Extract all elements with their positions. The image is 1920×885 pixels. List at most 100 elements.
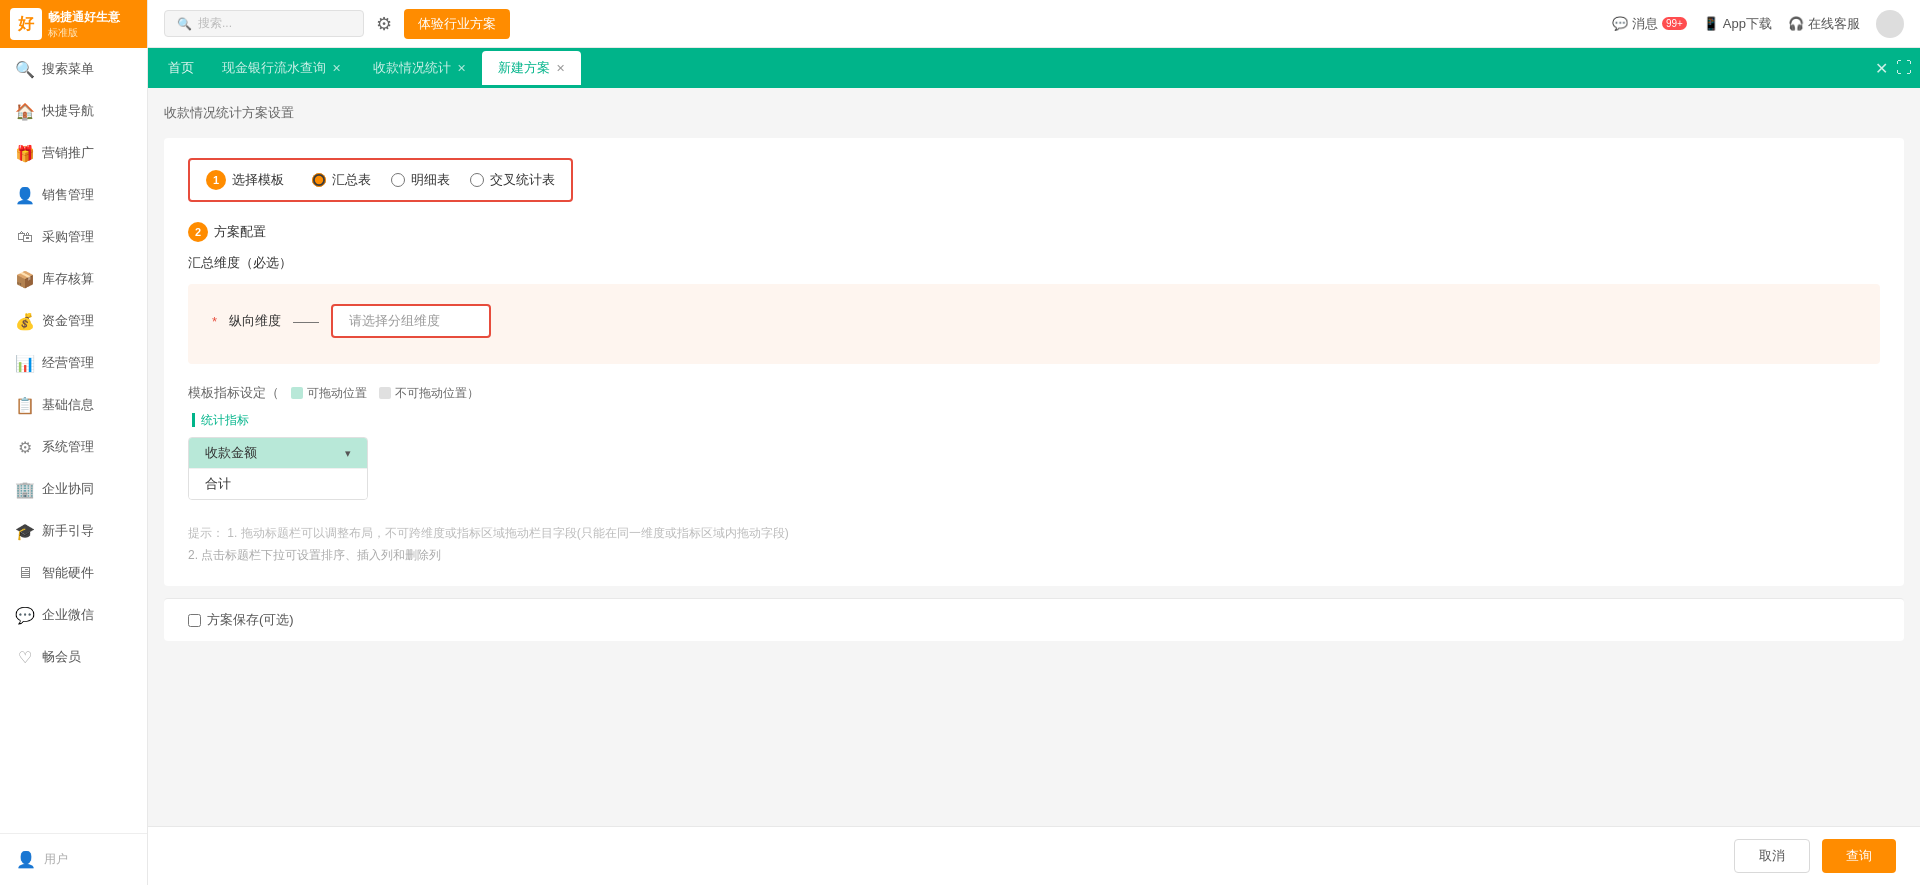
sidebar-bottom-item1[interactable]: 👤 用户: [0, 842, 147, 877]
required-marker: *: [212, 314, 217, 329]
radio-detail-label: 明细表: [411, 171, 450, 189]
member-icon: ♡: [16, 648, 34, 666]
tab-collection-stat-close[interactable]: ✕: [457, 62, 466, 75]
search-icon: 🔍: [177, 17, 192, 31]
movable-badge: 可拖动位置: [291, 385, 367, 402]
message-badge: 99+: [1662, 17, 1687, 30]
top-bar-actions: 💬 消息 99+ 📱 App下载 🎧 在线客服: [1612, 10, 1904, 38]
logo: 好 畅捷通好生意 标准版: [0, 0, 147, 48]
radio-summary[interactable]: 汇总表: [312, 171, 371, 189]
user-avatar[interactable]: [1876, 10, 1904, 38]
online-support-action[interactable]: 🎧 在线客服: [1788, 15, 1860, 33]
sidebar-item-wechat[interactable]: 💬 企业微信: [0, 594, 147, 636]
app-icon: 📱: [1703, 16, 1719, 31]
tab-collection-stat[interactable]: 收款情况统计 ✕: [357, 51, 482, 85]
cancel-button[interactable]: 取消: [1734, 839, 1810, 873]
query-button[interactable]: 查询: [1822, 839, 1896, 873]
hint-section: 提示： 1. 拖动标题栏可以调整布局，不可跨维度或指标区域拖动栏目字段(只能在同…: [188, 523, 1880, 566]
metrics-chevron-icon[interactable]: ▾: [345, 447, 351, 460]
purchase-icon: 🛍: [16, 228, 34, 246]
search-menu-icon: 🔍: [16, 60, 34, 78]
metrics-section: 模板指标设定（ 可拖动位置 不可拖动位置） 统计指标: [188, 384, 1880, 503]
radio-cross[interactable]: 交叉统计表: [470, 171, 555, 189]
sales-icon: 👤: [16, 186, 34, 204]
radio-cross-input[interactable]: [470, 173, 484, 187]
quick-nav-icon: 🏠: [16, 102, 34, 120]
bottom-icon1: 👤: [16, 850, 36, 869]
template-selection: 1 选择模板 汇总表 明细表: [188, 158, 573, 202]
sidebar-item-enterprise[interactable]: 🏢 企业协同: [0, 468, 147, 510]
metrics-section-label: 模板指标设定（: [188, 384, 279, 402]
metrics-label-stat: 统计指标: [188, 412, 1880, 429]
tab-maximize-icon[interactable]: ⛶: [1896, 59, 1912, 77]
metrics-table: 收款金额 ▾ 合计: [188, 437, 368, 500]
sidebar-item-inventory[interactable]: 📦 库存核算: [0, 258, 147, 300]
save-checkbox-input[interactable]: [188, 614, 201, 627]
tab-bank-flow-close[interactable]: ✕: [332, 62, 341, 75]
metrics-table-total: 合计: [189, 468, 367, 499]
tab-bar: 首页 现金银行流水查询 ✕ 收款情况统计 ✕ 新建方案 ✕ ✕ ⛶: [148, 48, 1920, 88]
hardware-icon: 🖥: [16, 564, 34, 582]
sidebar-item-member[interactable]: ♡ 畅会员: [0, 636, 147, 678]
step1-section: 1 选择模板 汇总表 明细表: [188, 158, 1880, 202]
sidebar: 好 畅捷通好生意 标准版 🔍 搜索菜单 🏠 快捷导航 🎁 营销推广 👤 销售管理…: [0, 0, 148, 885]
form-card: 1 选择模板 汇总表 明细表: [164, 138, 1904, 586]
sidebar-item-operation[interactable]: 📊 经营管理: [0, 342, 147, 384]
tab-close-all-icon[interactable]: ✕: [1875, 59, 1888, 78]
step1-label: 选择模板: [232, 171, 284, 189]
fixed-badge: 不可拖动位置）: [379, 385, 479, 402]
logo-icon: 好: [10, 8, 42, 40]
tab-new-plan-close[interactable]: ✕: [556, 62, 565, 75]
metrics-table-container: 收款金额 ▾ 合计: [188, 437, 1880, 503]
sidebar-item-marketing[interactable]: 🎁 营销推广: [0, 132, 147, 174]
industry-btn[interactable]: 体验行业方案: [404, 9, 510, 39]
basic-info-icon: 📋: [16, 396, 34, 414]
radio-detail[interactable]: 明细表: [391, 171, 450, 189]
wechat-icon: 💬: [16, 606, 34, 624]
guide-icon: 🎓: [16, 522, 34, 540]
arrow-icon: ——: [293, 314, 319, 329]
sidebar-item-sales[interactable]: 👤 销售管理: [0, 174, 147, 216]
message-action[interactable]: 💬 消息 99+: [1612, 15, 1687, 33]
app-download-action[interactable]: 📱 App下载: [1703, 15, 1772, 33]
inventory-icon: 📦: [16, 270, 34, 288]
step1-header: 1 选择模板 汇总表 明细表: [188, 158, 1880, 202]
dimension-section-title: 汇总维度（必选）: [188, 254, 1880, 272]
system-icon: ⚙: [16, 438, 34, 456]
tab-home[interactable]: 首页: [156, 51, 206, 85]
tab-new-plan[interactable]: 新建方案 ✕: [482, 51, 581, 85]
page-title: 收款情况统计方案设置: [164, 104, 1904, 122]
sidebar-item-basic-info[interactable]: 📋 基础信息: [0, 384, 147, 426]
step1-number: 1: [206, 170, 226, 190]
vertical-dim-label: 纵向维度: [229, 312, 281, 330]
sidebar-item-system[interactable]: ⚙ 系统管理: [0, 426, 147, 468]
marketing-icon: 🎁: [16, 144, 34, 162]
save-checkbox-label[interactable]: 方案保存(可选): [188, 611, 294, 629]
operation-icon: 📊: [16, 354, 34, 372]
template-radio-group: 汇总表 明细表 交叉统计表: [312, 171, 555, 189]
step2-label: 方案配置: [214, 223, 266, 241]
sidebar-item-guide[interactable]: 🎓 新手引导: [0, 510, 147, 552]
step2-header: 2 方案配置: [188, 222, 1880, 242]
dimension-area: * 纵向维度 —— 请选择分组维度: [188, 284, 1880, 364]
gear-button[interactable]: ⚙: [376, 13, 392, 35]
sidebar-nav: 🔍 搜索菜单 🏠 快捷导航 🎁 营销推广 👤 销售管理 🛍 采购管理 📦 库存核…: [0, 48, 147, 833]
sidebar-item-purchase[interactable]: 🛍 采购管理: [0, 216, 147, 258]
sidebar-item-search-menu[interactable]: 🔍 搜索菜单: [0, 48, 147, 90]
metrics-header: 模板指标设定（ 可拖动位置 不可拖动位置）: [188, 384, 1880, 402]
search-bar[interactable]: 🔍 搜索...: [164, 10, 364, 37]
sidebar-item-hardware[interactable]: 🖥 智能硬件: [0, 552, 147, 594]
content-area: 收款情况统计方案设置 1 选择模板 汇总表: [148, 88, 1920, 826]
radio-detail-input[interactable]: [391, 173, 405, 187]
step2-section: 2 方案配置 汇总维度（必选） * 纵向维度 —— 请选择分组维度: [188, 222, 1880, 566]
top-bar: 🔍 搜索... ⚙ 体验行业方案 💬 消息 99+ 📱 App下载 🎧 在线客服: [148, 0, 1920, 48]
fixed-dot: [379, 387, 391, 399]
metrics-table-header[interactable]: 收款金额 ▾: [189, 438, 367, 468]
dimension-selector[interactable]: 请选择分组维度: [331, 304, 491, 338]
radio-cross-label: 交叉统计表: [490, 171, 555, 189]
tab-bank-flow[interactable]: 现金银行流水查询 ✕: [206, 51, 357, 85]
sidebar-item-quick-nav[interactable]: 🏠 快捷导航: [0, 90, 147, 132]
main-area: 🔍 搜索... ⚙ 体验行业方案 💬 消息 99+ 📱 App下载 🎧 在线客服…: [148, 0, 1920, 885]
radio-summary-input[interactable]: [312, 173, 326, 187]
sidebar-item-finance[interactable]: 💰 资金管理: [0, 300, 147, 342]
